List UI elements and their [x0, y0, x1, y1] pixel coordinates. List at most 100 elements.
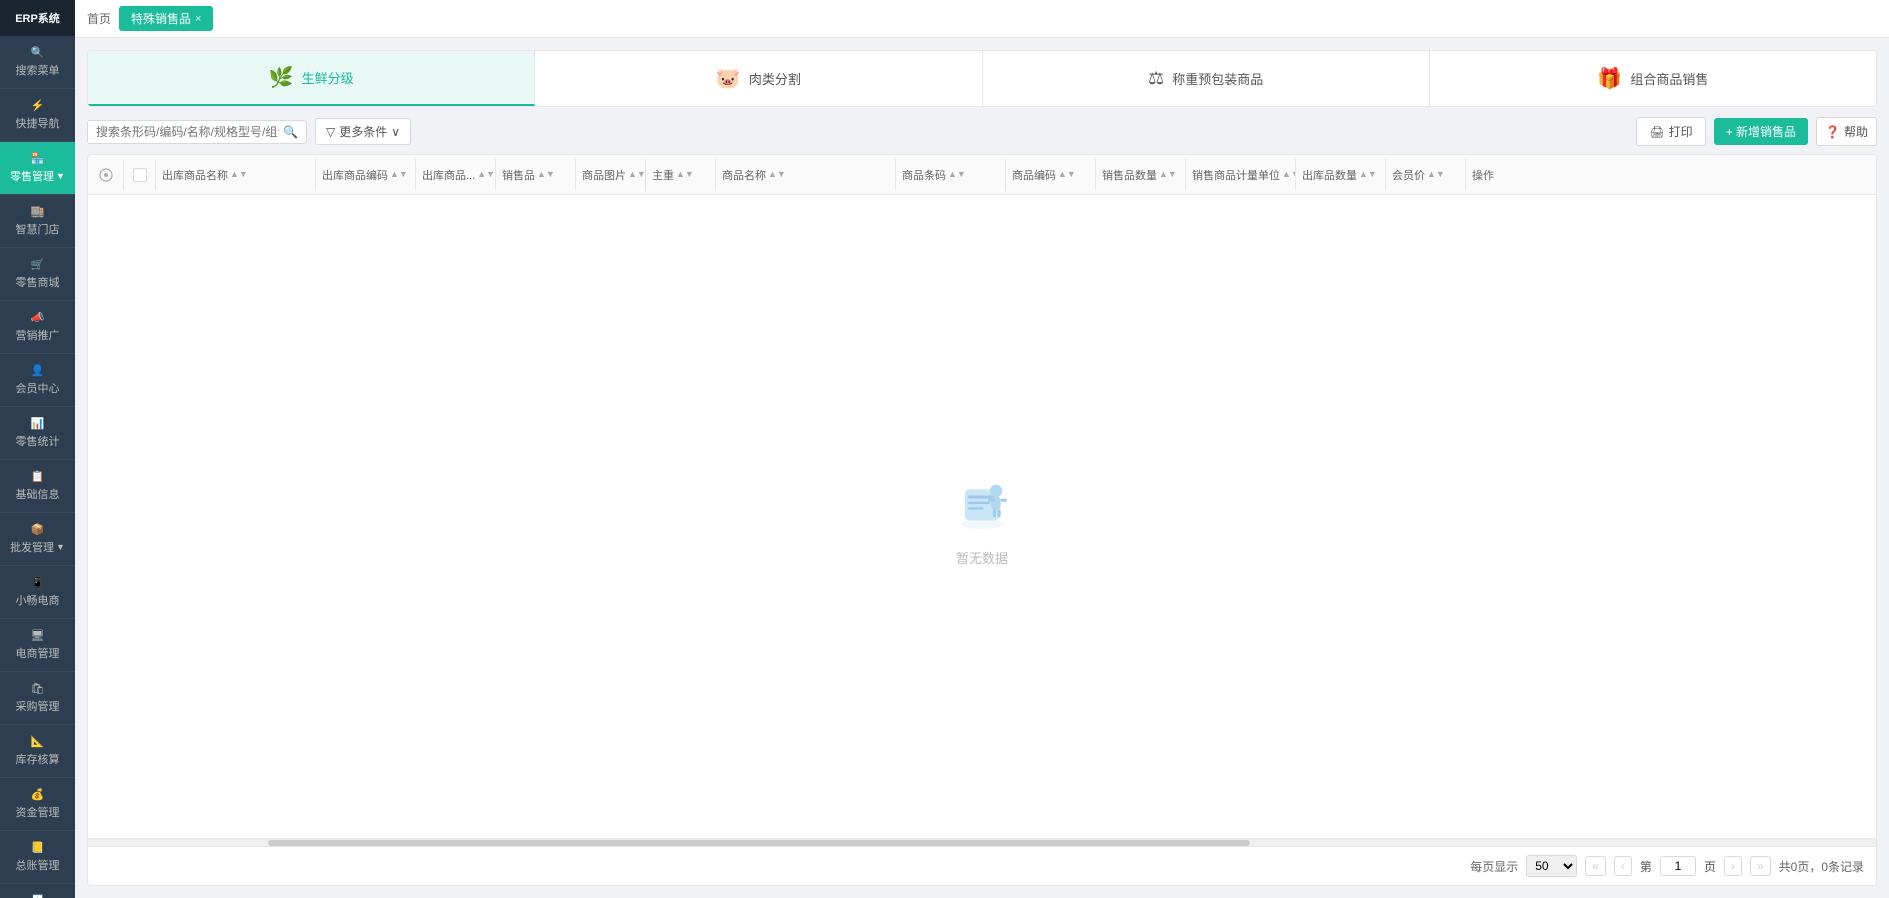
sort-icon[interactable]: ▲▼ [1058, 170, 1076, 179]
scale-prepack-icon: ⚖ [1148, 68, 1164, 89]
toolbar-left: 🔍 ▽ 更多条件 ∨ [87, 118, 411, 145]
main-content: 首页 特殊销售品 × 🌿 生鲜分级 🐷 肉类分割 ⚖ 称重预包装商品 🎁 组合商… [75, 0, 1889, 898]
sidebar-item-ecom-mgmt[interactable]: 🖥 电商管理 [0, 619, 75, 672]
sort-icon[interactable]: ▲▼ [1159, 170, 1177, 179]
sidebar-item-label: 搜索菜单 [16, 62, 60, 78]
sidebar-item-quick-nav[interactable]: ⚡ 快捷导航 [0, 89, 75, 142]
content-area: 🌿 生鲜分级 🐷 肉类分割 ⚖ 称重预包装商品 🎁 组合商品销售 🔍 [75, 38, 1889, 898]
smart-store-icon: 🏬 [31, 205, 45, 218]
sidebar-item-label: 采购管理 [16, 698, 60, 714]
sidebar-item-label: 资金管理 [16, 804, 60, 820]
select-all-checkbox[interactable] [133, 168, 147, 182]
cat-tab-combo-sales[interactable]: 🎁 组合商品销售 [1430, 51, 1876, 106]
filter-label: 更多条件 [339, 123, 387, 140]
sidebar-item-search-menu[interactable]: 🔍 搜索菜单 [0, 36, 75, 89]
cat-tab-fresh-grade[interactable]: 🌿 生鲜分级 [88, 51, 535, 106]
sidebar-item-label: 会员中心 [16, 380, 60, 396]
empty-illustration [942, 466, 1022, 536]
last-page-button[interactable]: » [1750, 856, 1771, 876]
sidebar-item-member-center[interactable]: 👤 会员中心 [0, 354, 75, 407]
th-outlet-qty: 出库品数量 ▲▼ [1296, 159, 1386, 191]
sidebar-item-label: 库存核算 [16, 751, 60, 767]
sidebar-item-purchase-mgmt[interactable]: 🛍 采购管理 [0, 672, 75, 725]
cat-tab-meat-cut[interactable]: 🐷 肉类分割 [535, 51, 982, 106]
sidebar-item-label: 零售管理 [10, 168, 54, 184]
horizontal-scrollbar[interactable] [88, 838, 1876, 846]
current-tab[interactable]: 特殊销售品 × [119, 6, 213, 31]
sidebar: ERP系统 🔍 搜索菜单 ⚡ 快捷导航 🏪 零售管理 ▼ 🏬 智慧门店 🛒 零售… [0, 0, 75, 898]
sort-icon[interactable]: ▲▼ [948, 170, 966, 179]
print-button[interactable]: 🖨 打印 [1636, 117, 1705, 146]
basic-info-icon: 📋 [31, 470, 45, 483]
sort-icon[interactable]: ▲▼ [390, 170, 408, 179]
sidebar-item-wholesale-mgmt[interactable]: 📦 批发管理 ▼ [0, 513, 75, 566]
sidebar-item-general-ledger[interactable]: 📒 总账管理 [0, 831, 75, 884]
general-ledger-icon: 📒 [31, 841, 45, 854]
search-icon[interactable]: 🔍 [283, 125, 298, 139]
th-barcode: 商品条码 ▲▼ [896, 159, 1006, 191]
sort-icon[interactable]: ▲▼ [230, 170, 248, 179]
finance-icon: 💰 [31, 788, 45, 801]
sidebar-item-mini-ecom[interactable]: 📱 小畅电商 [0, 566, 75, 619]
cat-tab-label: 肉类分割 [749, 69, 801, 88]
sidebar-item-label: 基础信息 [16, 486, 60, 502]
quick-nav-icon: ⚡ [31, 99, 45, 112]
sort-icon[interactable]: ▲▼ [1427, 170, 1445, 179]
print-icon: 🖨 [1649, 125, 1664, 139]
toolbar: 🔍 ▽ 更多条件 ∨ 🖨 打印 + 新增销售品 ❓ 帮助 [87, 117, 1877, 146]
sort-icon[interactable]: ▲▼ [1282, 170, 1296, 179]
sidebar-item-label: 快捷导航 [16, 115, 60, 131]
search-input[interactable] [96, 125, 279, 139]
filter-button[interactable]: ▽ 更多条件 ∨ [315, 118, 411, 145]
sort-icon[interactable]: ▲▼ [628, 170, 646, 179]
per-page-label: 每页显示 [1470, 858, 1518, 875]
sidebar-item-label: 总账管理 [16, 857, 60, 873]
invoice-mgmt-icon: 🧾 [31, 894, 45, 898]
toolbar-right: 🖨 打印 + 新增销售品 ❓ 帮助 [1636, 117, 1877, 146]
help-button[interactable]: ❓ 帮助 [1816, 117, 1877, 146]
filter-arrow-icon: ∨ [391, 125, 400, 139]
sidebar-item-smart-store[interactable]: 🏬 智慧门店 [0, 195, 75, 248]
add-sales-product-button[interactable]: + 新增销售品 [1714, 118, 1808, 145]
prev-page-button[interactable]: ‹ [1614, 856, 1632, 876]
sidebar-item-finance[interactable]: 💰 资金管理 [0, 778, 75, 831]
sidebar-item-retail-mall[interactable]: 🛒 零售商城 [0, 248, 75, 301]
search-box[interactable]: 🔍 [87, 120, 307, 144]
th-settings[interactable] [88, 160, 124, 190]
cat-tab-label: 生鲜分级 [302, 68, 354, 87]
help-label: 帮助 [1844, 123, 1868, 140]
sort-icon[interactable]: ▲▼ [537, 170, 555, 179]
sidebar-item-invoice-mgmt[interactable]: 🧾 发票管理 [0, 884, 75, 898]
sidebar-item-retail-mgmt[interactable]: 🏪 零售管理 ▼ [0, 142, 75, 195]
next-page-button[interactable]: › [1724, 856, 1742, 876]
scrollbar-thumb[interactable] [268, 840, 1249, 846]
page-input[interactable] [1660, 856, 1696, 876]
retail-mgmt-icon: 🏪 [31, 152, 45, 165]
wholesale-arrow: ▼ [56, 542, 65, 552]
meat-cut-icon: 🐷 [716, 66, 741, 91]
th-checkbox[interactable] [124, 160, 156, 190]
sidebar-item-basic-info[interactable]: 📋 基础信息 [0, 460, 75, 513]
cat-tab-scale-prepack[interactable]: ⚖ 称重预包装商品 [983, 51, 1430, 106]
table-container: 出库商品名称 ▲▼ 出库商品编码 ▲▼ 出库商品... ▲▼ 销售品 ▲▼ 商品… [87, 154, 1877, 886]
sort-icon[interactable]: ▲▼ [768, 170, 786, 179]
sidebar-item-marketing[interactable]: 📣 营销推广 [0, 301, 75, 354]
sort-icon[interactable]: ▲▼ [477, 170, 495, 179]
breadcrumb-home[interactable]: 首页 [87, 10, 111, 27]
topbar: 首页 特殊销售品 × [75, 0, 1889, 38]
sort-icon[interactable]: ▲▼ [1359, 170, 1377, 179]
retail-stats-icon: 📊 [31, 417, 45, 430]
per-page-select[interactable]: 10 20 50 100 [1526, 855, 1577, 877]
sidebar-item-label: 智慧门店 [16, 221, 60, 237]
inventory-icon: 📐 [31, 735, 45, 748]
sidebar-item-retail-stats[interactable]: 📊 零售统计 [0, 407, 75, 460]
sidebar-item-label: 小畅电商 [16, 592, 60, 608]
search-menu-icon: 🔍 [31, 46, 45, 59]
sidebar-item-inventory[interactable]: 📐 库存核算 [0, 725, 75, 778]
tab-close-icon[interactable]: × [195, 13, 201, 25]
purchase-mgmt-icon: 🛍 [31, 682, 45, 695]
th-product-code: 商品编码 ▲▼ [1006, 159, 1096, 191]
sort-icon[interactable]: ▲▼ [676, 170, 694, 179]
first-page-button[interactable]: « [1585, 856, 1606, 876]
help-icon: ❓ [1825, 125, 1840, 139]
